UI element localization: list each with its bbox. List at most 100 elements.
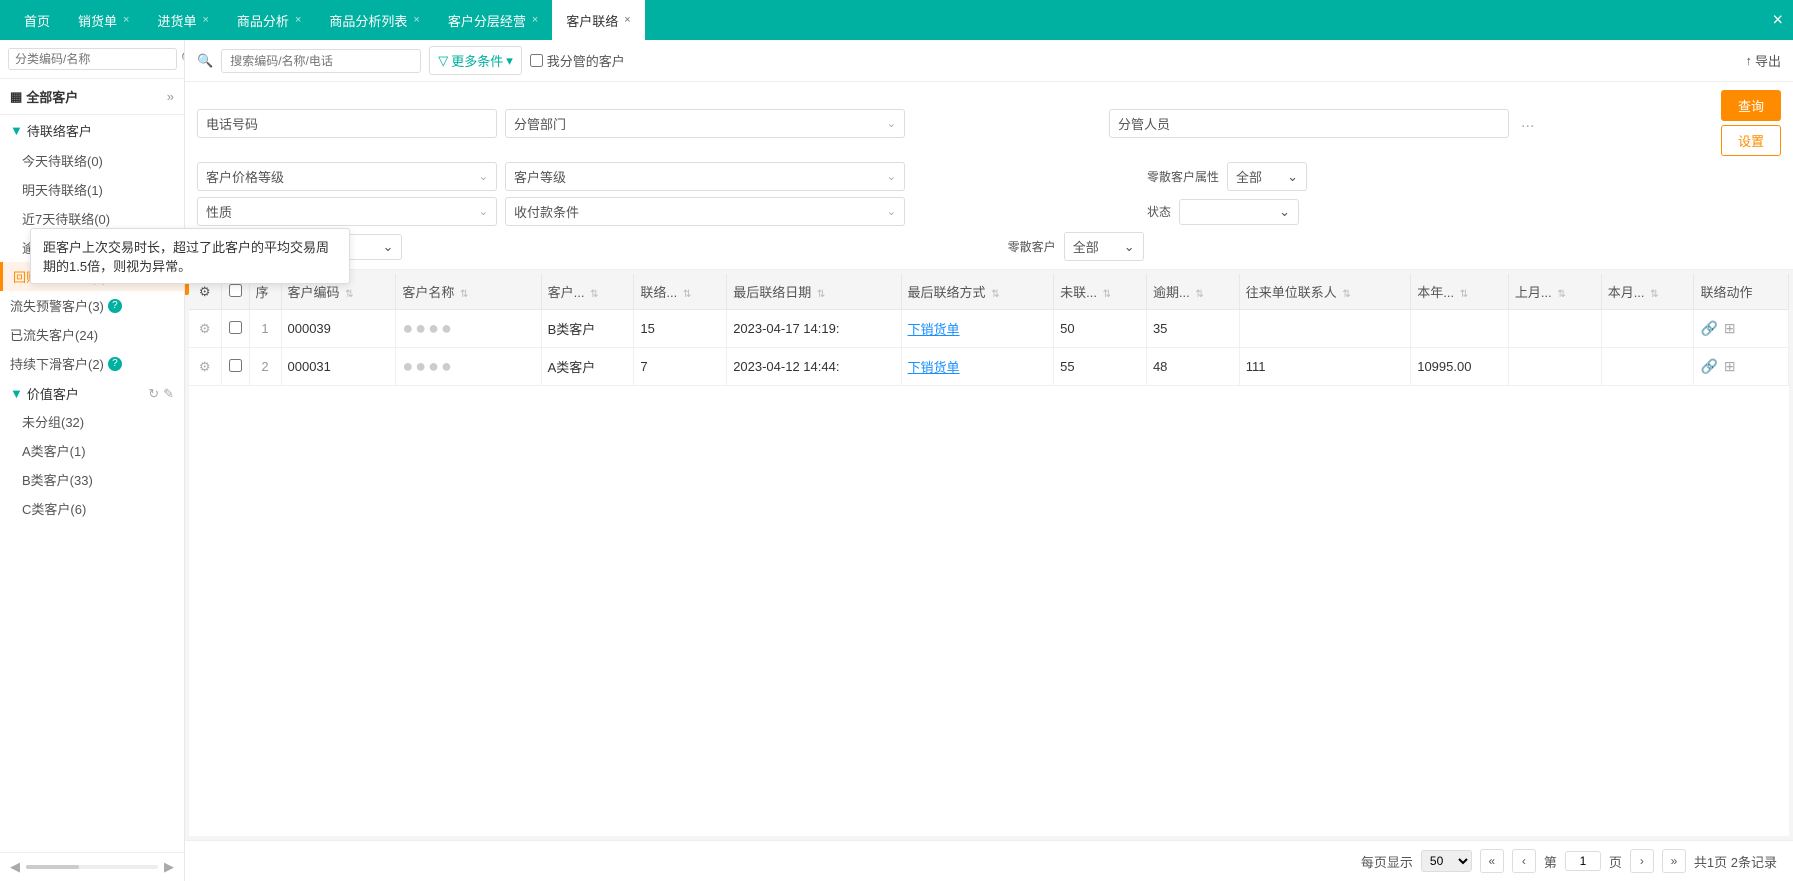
retail-attr-chevron-icon: ⌄ bbox=[1287, 169, 1298, 185]
row-this-month bbox=[1601, 310, 1694, 348]
nav-customer-contact[interactable]: 客户联络 × bbox=[552, 0, 644, 40]
row-this-year: 10995.00 bbox=[1411, 348, 1509, 386]
retail-attr-select[interactable]: 全部 ⌄ bbox=[1227, 162, 1307, 191]
table-header-row: ⚙ 序 客户编码 ⇅ 客户名称 ⇅ bbox=[189, 274, 1789, 310]
declining-info-icon: ? bbox=[108, 357, 122, 371]
row-contact-person: 111 bbox=[1239, 348, 1411, 386]
sidebar-bottom: ◀ ▶ bbox=[0, 852, 184, 881]
sidebar-scroll-right-icon[interactable]: ▶ bbox=[164, 859, 174, 875]
row-more-icon[interactable]: ⊞ bbox=[1724, 358, 1736, 375]
phone-filter[interactable]: 电话号码 bbox=[197, 109, 497, 138]
row-more-icon[interactable]: ⊞ bbox=[1724, 320, 1736, 337]
close-all-tabs-button[interactable]: × bbox=[1772, 10, 1783, 31]
nav-home[interactable]: 首页 bbox=[10, 0, 64, 40]
sidebar-item-a-class[interactable]: A类客户(1) bbox=[0, 436, 184, 465]
col-last-date[interactable]: 最后联络日期 ⇅ bbox=[727, 274, 901, 310]
sidebar-scroll-left-icon[interactable]: ◀ bbox=[10, 859, 20, 875]
col-this-year[interactable]: 本年... ⇅ bbox=[1411, 274, 1509, 310]
sidebar-body: ▼ 待联络客户 今天待联络(0) 明天待联络(1) 近7天待联络(0) 逾期未联… bbox=[0, 115, 184, 852]
col-overdue[interactable]: 逾期... ⇅ bbox=[1146, 274, 1239, 310]
payment-filter-group: 收付款条件 ⌄ bbox=[505, 197, 1139, 226]
sidebar-search-area: 🔍 bbox=[0, 40, 184, 79]
gender-filter[interactable]: 性质 ⌄ bbox=[197, 197, 497, 226]
row-contact-person bbox=[1239, 310, 1411, 348]
more-conditions-button[interactable]: ▽ 更多条件 ▾ bbox=[429, 46, 522, 75]
manager-filter[interactable]: 分管人员 bbox=[1109, 109, 1509, 138]
row-settings-icon[interactable]: ⚙ bbox=[189, 310, 221, 348]
last-page-button[interactable]: » bbox=[1662, 849, 1686, 873]
col-last-month[interactable]: 上月... ⇅ bbox=[1508, 274, 1601, 310]
col-uncontacted[interactable]: 未联... ⇅ bbox=[1054, 274, 1147, 310]
set-button[interactable]: 设置 bbox=[1721, 125, 1781, 156]
query-button[interactable]: 查询 bbox=[1721, 90, 1781, 121]
sidebar-item-ungrouped[interactable]: 未分组(32) bbox=[0, 407, 184, 436]
row-index: 2 bbox=[249, 348, 281, 386]
dept-filter[interactable]: 分管部门 ⌄ bbox=[505, 109, 905, 138]
sidebar-item-c-class[interactable]: C类客户(6) bbox=[0, 494, 184, 523]
status-select[interactable]: ⌄ bbox=[1179, 199, 1299, 225]
export-button[interactable]: ↑ 导出 bbox=[1745, 51, 1781, 70]
value-refresh-icon[interactable]: ↻ bbox=[148, 386, 159, 402]
first-page-button[interactable]: « bbox=[1480, 849, 1504, 873]
payment-filter[interactable]: 收付款条件 ⌄ bbox=[505, 197, 905, 226]
dept-chevron-icon: ⌄ bbox=[887, 117, 896, 130]
prev-page-button[interactable]: ‹ bbox=[1512, 849, 1536, 873]
row-this-year bbox=[1411, 310, 1509, 348]
nav-sales-order[interactable]: 销货单 × bbox=[64, 0, 143, 40]
row-link-icon[interactable]: 🔗 bbox=[1700, 358, 1717, 375]
advanced-filters: 电话号码 分管部门 ⌄ 分管人员 ... 查询 设置 bbox=[185, 82, 1793, 270]
sidebar-item-lost-risk[interactable]: 流失预警客户(3) ? bbox=[0, 291, 184, 320]
retail-customer-chevron-icon: ⌄ bbox=[1124, 239, 1135, 255]
row-last-month bbox=[1508, 348, 1601, 386]
row-action: 🔗 ⊞ bbox=[1694, 310, 1789, 348]
sidebar-item-b-class[interactable]: B类客户(33) bbox=[0, 465, 184, 494]
select-all-checkbox[interactable] bbox=[229, 284, 242, 297]
row-checkbox[interactable] bbox=[221, 348, 249, 386]
value-edit-icon[interactable]: ✎ bbox=[163, 386, 174, 402]
page-number-input[interactable] bbox=[1565, 851, 1601, 871]
nav-product-analysis-list[interactable]: 商品分析列表 × bbox=[315, 0, 433, 40]
close-product-analysis-list-icon[interactable]: × bbox=[413, 14, 419, 26]
my-customers-checkbox-input[interactable] bbox=[530, 54, 543, 67]
retail-customer-select[interactable]: 全部 ⌄ bbox=[1064, 232, 1144, 261]
sidebar-item-declining[interactable]: 持续下滑客户(2) ? bbox=[0, 349, 184, 378]
per-page-select[interactable]: 50 100 200 bbox=[1421, 850, 1472, 872]
value-customer-header[interactable]: ▼ 价值客户 ↻ ✎ bbox=[0, 378, 184, 407]
row-last-month bbox=[1508, 310, 1601, 348]
row-link-icon[interactable]: 🔗 bbox=[1700, 320, 1717, 337]
close-purchase-order-icon[interactable]: × bbox=[202, 14, 208, 26]
filter-row-3: 性质 ⌄ 收付款条件 ⌄ 状态 ⌄ bbox=[197, 197, 1781, 226]
price-level-chevron-icon: ⌄ bbox=[479, 170, 488, 183]
row-settings-icon[interactable]: ⚙ bbox=[189, 348, 221, 386]
main-search-input[interactable] bbox=[221, 49, 421, 73]
row-checkbox[interactable] bbox=[221, 310, 249, 348]
sidebar-item-lost[interactable]: 已流失客户(24) bbox=[0, 320, 184, 349]
next-page-button[interactable]: › bbox=[1630, 849, 1654, 873]
price-level-filter[interactable]: 客户价格等级 ⌄ bbox=[197, 162, 497, 191]
customer-level-filter[interactable]: 客户等级 ⌄ bbox=[505, 162, 905, 191]
col-contact-count[interactable]: 联络... ⇅ bbox=[634, 274, 727, 310]
col-this-month[interactable]: 本月... ⇅ bbox=[1601, 274, 1694, 310]
pending-contact-header[interactable]: ▼ 待联络客户 bbox=[0, 115, 184, 146]
col-customer-type[interactable]: 客户... ⇅ bbox=[541, 274, 634, 310]
export-icon: ↑ bbox=[1745, 53, 1752, 68]
sidebar-item-today[interactable]: 今天待联络(0) bbox=[0, 146, 184, 175]
col-last-method[interactable]: 最后联络方式 ⇅ bbox=[901, 274, 1054, 310]
sidebar-search-input[interactable] bbox=[8, 48, 177, 70]
nav-purchase-order[interactable]: 进货单 × bbox=[143, 0, 222, 40]
col-contact-person[interactable]: 往来单位联系人 ⇅ bbox=[1239, 274, 1411, 310]
close-product-analysis-icon[interactable]: × bbox=[295, 14, 301, 26]
nav-customer-segmentation[interactable]: 客户分层经营 × bbox=[434, 0, 552, 40]
nav-product-analysis[interactable]: 商品分析 × bbox=[223, 0, 315, 40]
close-customer-contact-icon[interactable]: × bbox=[624, 14, 630, 26]
status-chevron-icon: ⌄ bbox=[1279, 204, 1290, 220]
sidebar-item-tomorrow[interactable]: 明天待联络(1) bbox=[0, 175, 184, 204]
main-layout: 🔍 ▦ 全部客户 » ▼ 待联络客户 今天待联络(0) 明天待联络(1) bbox=[0, 40, 1793, 881]
my-customers-checkbox[interactable]: 我分管的客户 bbox=[530, 51, 625, 70]
col-action: 联络动作 bbox=[1694, 274, 1789, 310]
sidebar-collapse-button[interactable]: » bbox=[167, 89, 174, 104]
close-customer-segmentation-icon[interactable]: × bbox=[532, 14, 538, 26]
close-sales-order-icon[interactable]: × bbox=[123, 14, 129, 26]
manager-dots[interactable]: ... bbox=[1517, 114, 1538, 132]
col-name[interactable]: 客户名称 ⇅ bbox=[396, 274, 541, 310]
